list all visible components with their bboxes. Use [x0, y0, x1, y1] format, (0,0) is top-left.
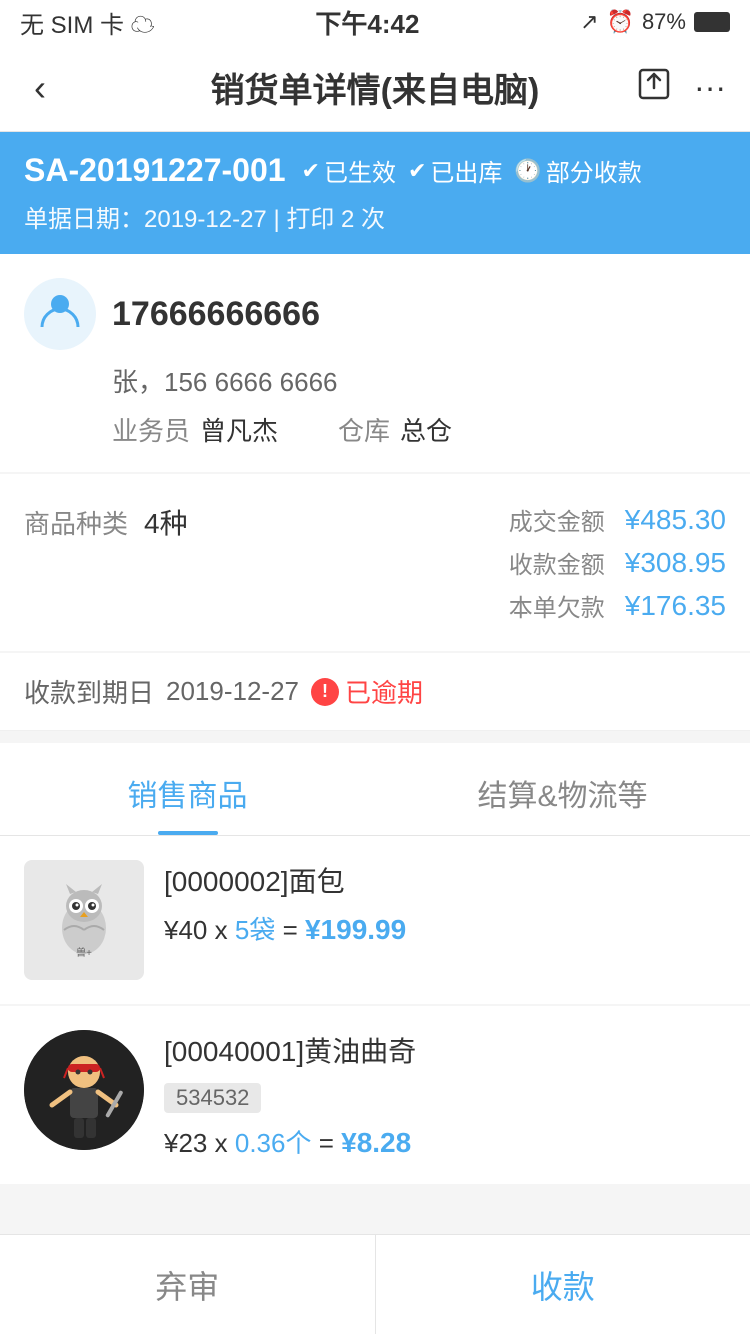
- abandon-review-label: 弃审: [155, 1262, 219, 1308]
- share-icon[interactable]: [638, 68, 670, 108]
- badge-effective: ✔ 已生效: [302, 153, 396, 188]
- sales-info: 业务员 曾凡杰: [112, 411, 278, 448]
- tab-settlement[interactable]: 结算&物流等: [375, 743, 750, 835]
- received-amount-row: 收款金额 ¥308.95: [509, 545, 726, 580]
- product-thumb-2: [24, 1030, 144, 1150]
- collect-payment-label: 收款: [531, 1262, 595, 1308]
- order-header: SA-20191227-001 ✔ 已生效 ✔ 已出库 🕐 部分收款 单据日期：…: [0, 132, 750, 254]
- alarm-icon: ⏰: [607, 9, 634, 35]
- product-base-price-2: ¥23: [164, 1128, 207, 1158]
- overdue-badge: ! 已逾期: [311, 673, 423, 710]
- product-quantity-2: 0.36个: [235, 1128, 312, 1158]
- received-amount-label: 收款金额: [509, 545, 605, 580]
- customer-info-row: 业务员 曾凡杰 仓库 总仓: [24, 411, 726, 448]
- received-amount-value: ¥308.95: [625, 547, 726, 579]
- check-icon-1: ✔: [302, 158, 320, 184]
- abandon-review-button[interactable]: 弃审: [0, 1235, 376, 1334]
- category-value: 4种: [144, 502, 188, 542]
- nav-bar: ‹ 销货单详情(来自电脑) ···: [0, 44, 750, 132]
- clock-icon: 🕐: [514, 158, 541, 184]
- category-label: 商品种类: [24, 504, 128, 541]
- page-title: 销货单详情(来自电脑): [211, 63, 540, 112]
- avatar-icon: [38, 287, 82, 341]
- due-section: 收款到期日 2019-12-27 ! 已逾期: [0, 653, 750, 731]
- badge-shipped: ✔ 已出库: [408, 153, 502, 188]
- warehouse-value: 总仓: [400, 411, 452, 448]
- tab-settlement-label: 结算&物流等: [477, 780, 647, 813]
- back-button[interactable]: ‹: [24, 57, 56, 119]
- product-price-1: ¥40 x 5袋 = ¥199.99: [164, 910, 726, 947]
- deal-amount-row: 成交金额 ¥485.30: [509, 502, 726, 537]
- order-meta: 单据日期：2019-12-27 | 打印 2 次: [24, 199, 726, 234]
- sales-value: 曾凡杰: [200, 411, 278, 448]
- product-item-2: [00040001]黄油曲奇 534532 ¥23 x 0.36个 = ¥8.2…: [0, 1006, 750, 1184]
- product-thumb-1: 兽+: [24, 860, 144, 980]
- product-name-2: [00040001]黄油曲奇: [164, 1030, 726, 1070]
- customer-section: 17666666666 张，156 6666 6666 业务员 曾凡杰 仓库 总…: [0, 254, 750, 472]
- products-list: 兽+ [0000002]面包 ¥40 x 5袋 = ¥199.99: [0, 836, 750, 1184]
- customer-name: 17666666666: [112, 295, 320, 334]
- order-print-count: 打印 2 次: [286, 206, 385, 233]
- collect-payment-button[interactable]: 收款: [376, 1235, 750, 1334]
- badge-shipped-label: 已出库: [430, 153, 502, 188]
- product-image-1: 兽+: [24, 860, 144, 980]
- warehouse-info: 仓库 总仓: [338, 411, 452, 448]
- status-badges: ✔ 已生效 ✔ 已出库 🕐 部分收款: [302, 153, 642, 188]
- product-total-2: ¥8.28: [341, 1127, 411, 1158]
- product-item-1: 兽+ [0000002]面包 ¥40 x 5袋 = ¥199.99: [0, 836, 750, 1004]
- check-icon-2: ✔: [408, 158, 426, 184]
- owed-amount-value: ¥176.35: [625, 590, 726, 622]
- deal-amount-value: ¥485.30: [625, 504, 726, 536]
- warehouse-label: 仓库: [338, 411, 390, 448]
- owed-amount-row: 本单欠款 ¥176.35: [509, 588, 726, 623]
- deal-amount-label: 成交金额: [509, 502, 605, 537]
- owed-amount-label: 本单欠款: [509, 588, 605, 623]
- customer-row: 17666666666: [24, 278, 726, 350]
- status-bar: 无 SIM 卡 ☁ 下午4:42 ↗ ⏰ 87%: [0, 0, 750, 44]
- order-id: SA-20191227-001: [24, 152, 286, 189]
- product-tag-2: 534532: [164, 1083, 261, 1113]
- product-info-2: [00040001]黄油曲奇 534532 ¥23 x 0.36个 = ¥8.2…: [164, 1030, 726, 1160]
- product-info-1: [0000002]面包 ¥40 x 5袋 = ¥199.99: [164, 860, 726, 947]
- nav-actions: ···: [638, 68, 726, 108]
- battery-icon: [694, 12, 730, 32]
- badge-partial: 🕐 部分收款: [514, 153, 641, 188]
- more-icon[interactable]: ···: [694, 69, 726, 106]
- summary-left: 商品种类 4种: [24, 502, 509, 542]
- badge-partial-label: 部分收款: [546, 153, 642, 188]
- svg-text:兽+: 兽+: [76, 946, 92, 959]
- order-meta-sep: |: [273, 206, 286, 233]
- product-total-1: ¥199.99: [305, 914, 406, 945]
- sim-status: 无 SIM 卡 ☁: [20, 5, 155, 40]
- overdue-icon: !: [311, 678, 339, 706]
- status-left: 无 SIM 卡 ☁: [20, 5, 155, 40]
- status-right: ↗ ⏰ 87%: [580, 9, 730, 35]
- tab-sales-label: 销售商品: [128, 780, 248, 813]
- status-time: 下午4:42: [315, 4, 419, 41]
- due-date-value: 2019-12-27: [166, 676, 299, 707]
- product-price-2: ¥23 x 0.36个 = ¥8.28: [164, 1123, 726, 1160]
- badge-effective-label: 已生效: [324, 153, 396, 188]
- overdue-label: 已逾期: [345, 673, 423, 710]
- customer-detail: 张，156 6666 6666: [24, 362, 726, 399]
- order-date: 单据日期：2019-12-27: [24, 206, 267, 233]
- avatar: [24, 278, 96, 350]
- location-icon: ↗: [580, 9, 598, 35]
- summary-right: 成交金额 ¥485.30 收款金额 ¥308.95 本单欠款 ¥176.35: [509, 502, 726, 623]
- product-base-price-1: ¥40: [164, 915, 207, 945]
- due-date-label: 收款到期日: [24, 673, 154, 710]
- product-quantity-1: 5袋: [235, 915, 275, 945]
- product-name-1: [0000002]面包: [164, 860, 726, 900]
- sales-label: 业务员: [112, 411, 190, 448]
- order-id-row: SA-20191227-001 ✔ 已生效 ✔ 已出库 🕐 部分收款: [24, 152, 726, 189]
- tabs: 销售商品 结算&物流等: [0, 743, 750, 836]
- tab-sales[interactable]: 销售商品: [0, 743, 375, 835]
- battery-status: 87%: [642, 9, 686, 35]
- bottom-bar: 弃审 收款: [0, 1234, 750, 1334]
- summary-section: 商品种类 4种 成交金额 ¥485.30 收款金额 ¥308.95 本单欠款 ¥…: [0, 474, 750, 651]
